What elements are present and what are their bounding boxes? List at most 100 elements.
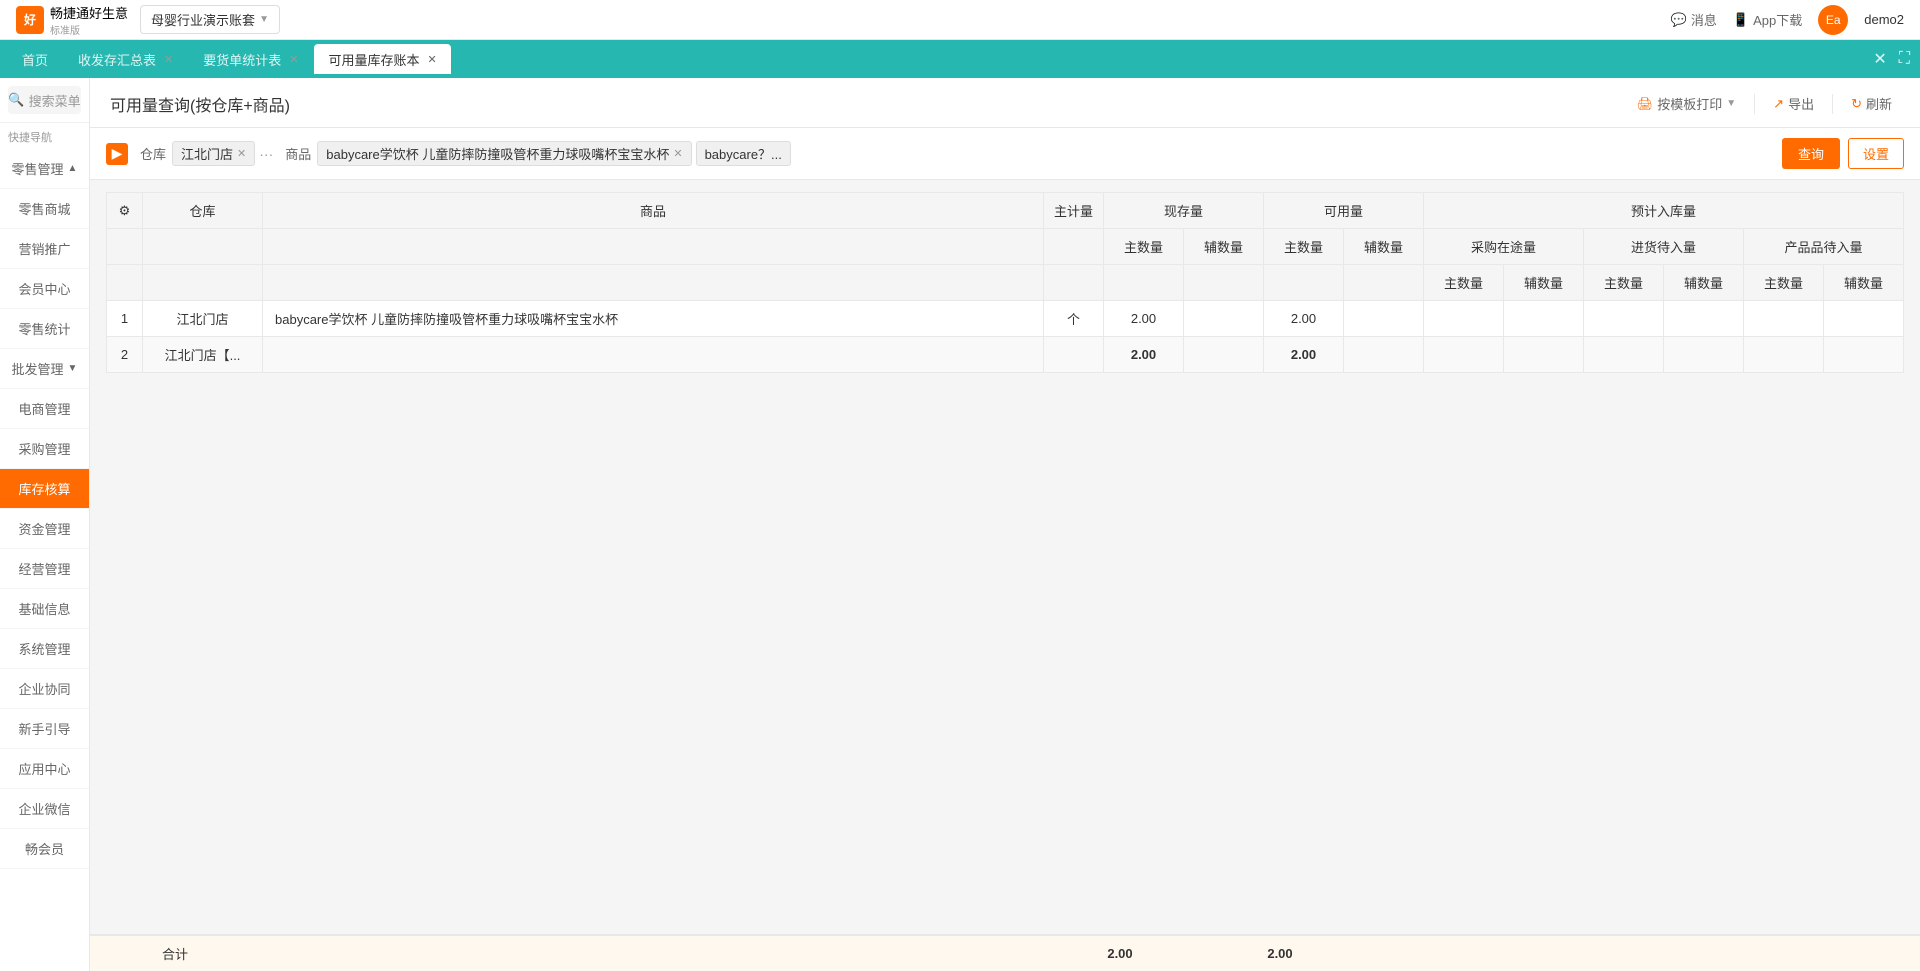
close-tab-inventory[interactable]: ✕ — [428, 53, 437, 66]
th-purchase-main: 主数量 — [1424, 265, 1504, 301]
sidebar-item-purchase-mgmt[interactable]: 采购管理 — [0, 429, 89, 469]
close-all-tabs-icon[interactable]: ✕ — [1871, 47, 1888, 71]
th-product-main: 主数量 — [1744, 265, 1824, 301]
tab-inventory[interactable]: 可用量库存账本 ✕ — [314, 44, 450, 74]
top-bar: 好 畅捷通好生意 标准版 母婴行业演示账套 ▼ 💬 消息 📱 App下载 Ea … — [0, 0, 1920, 40]
th-empty-r3-2 — [143, 265, 263, 301]
sidebar-item-new-guide[interactable]: 新手引导 — [0, 709, 89, 749]
sidebar-item-ops-mgmt[interactable]: 经营管理 — [0, 549, 89, 589]
sidebar-item-marketing[interactable]: 营销推广 — [0, 229, 89, 269]
page-header: 可用量查询(按仓库+商品) 🖨 按模板打印 ▼ ↗ 导出 ↻ 刷新 — [90, 78, 1920, 128]
cell-avail-main-1: 2.00 — [1264, 301, 1344, 337]
sidebar-item-member[interactable]: 畅会员 — [0, 829, 89, 869]
search-menu-button[interactable]: 🔍 搜索菜单 — [8, 86, 81, 114]
footer-label: 合计 — [100, 944, 250, 963]
sidebar-item-ecommerce-mgmt[interactable]: 电商管理 — [0, 389, 89, 429]
export-icon: ↗ — [1773, 96, 1784, 112]
remove-warehouse-tag-icon[interactable]: ✕ — [237, 147, 246, 160]
export-button[interactable]: ↗ 导出 — [1765, 90, 1822, 117]
sidebar: 🔍 搜索菜单 快捷导航 零售管理 ▲ 零售商城 营销推广 会员中心 零售统计 批… — [0, 78, 90, 971]
remove-product-tag-0-icon[interactable]: ✕ — [673, 147, 682, 160]
tab-home[interactable]: 首页 — [8, 44, 62, 74]
th-purchase-transit: 采购在途量 — [1424, 229, 1584, 265]
app-download-button[interactable]: 📱 App下载 — [1733, 10, 1802, 29]
sidebar-item-member-center[interactable]: 会员中心 — [0, 269, 89, 309]
sidebar-item-retail-stats[interactable]: 零售统计 — [0, 309, 89, 349]
footer-stock-main-total: 2.00 — [1080, 946, 1160, 961]
search-icon: 🔍 — [8, 92, 24, 108]
th-goods-aux: 辅数量 — [1664, 265, 1744, 301]
sidebar-item-basic-info[interactable]: 基础信息 — [0, 589, 89, 629]
filter-more-icon[interactable]: ··· — [259, 146, 273, 162]
data-table: ⚙ 仓库 商品 主计量 现存量 可用量 预计入库量 主数量 — [106, 192, 1904, 373]
message-icon: 💬 — [1671, 12, 1687, 28]
cell-avail-aux-1 — [1344, 301, 1424, 337]
sidebar-item-retail-mgmt[interactable]: 零售管理 ▲ — [0, 149, 89, 189]
filter-actions: 查询 设置 — [1782, 138, 1904, 169]
chevron-icon: ▲ — [68, 163, 78, 174]
th-empty-r3-5 — [1104, 265, 1184, 301]
table-row: 2 江北门店【... 2.00 2.00 — [107, 337, 1904, 373]
tab-order-stats[interactable]: 要货单统计表 ✕ — [189, 44, 312, 74]
th-empty-r3-1 — [107, 265, 143, 301]
sidebar-item-sys-mgmt[interactable]: 系统管理 — [0, 629, 89, 669]
cell-product-main-2 — [1744, 337, 1824, 373]
cell-goods-aux-2 — [1664, 337, 1744, 373]
fullscreen-icon[interactable]: ⛶ — [1897, 48, 1912, 70]
cell-stock-aux-2 — [1184, 337, 1264, 373]
sidebar-item-enterprise-collab[interactable]: 企业协同 — [0, 669, 89, 709]
content-area: 可用量查询(按仓库+商品) 🖨 按模板打印 ▼ ↗ 导出 ↻ 刷新 — [90, 78, 1920, 971]
th-empty-r3-4 — [1043, 265, 1103, 301]
cell-goods-main-1 — [1584, 301, 1664, 337]
logo: 好 畅捷通好生意 标准版 — [16, 3, 128, 37]
cell-product-aux-2 — [1824, 337, 1904, 373]
settings-button[interactable]: 设置 — [1848, 138, 1904, 169]
cell-avail-main-2: 2.00 — [1264, 337, 1344, 373]
th-stock-aux: 辅数量 — [1184, 229, 1264, 265]
cell-purchase-aux-1 — [1504, 301, 1584, 337]
cell-product-main-1 — [1744, 301, 1824, 337]
cell-product-2 — [263, 337, 1044, 373]
product-filter-label: 商品 — [285, 144, 311, 163]
refresh-icon: ↻ — [1851, 96, 1862, 112]
refresh-button[interactable]: ↻ 刷新 — [1843, 90, 1900, 117]
table-row: 1 江北门店 babycare学饮杯 儿童防摔防撞吸管杯重力球吸嘴杯宝宝水杯 个… — [107, 301, 1904, 337]
product-tag-1: babycare？... — [696, 141, 791, 166]
logo-icon: 好 — [16, 6, 44, 34]
print-button[interactable]: 🖨 按模板打印 ▼ — [1629, 90, 1744, 117]
message-button[interactable]: 💬 消息 — [1671, 10, 1717, 29]
th-empty-r3-8 — [1344, 265, 1424, 301]
main-layout: 🔍 搜索菜单 快捷导航 零售管理 ▲ 零售商城 营销推广 会员中心 零售统计 批… — [0, 78, 1920, 971]
sidebar-item-enterprise-wechat[interactable]: 企业微信 — [0, 789, 89, 829]
close-tab-order-stats[interactable]: ✕ — [289, 53, 298, 66]
chevron-icon: ▼ — [68, 363, 78, 374]
divider — [1832, 94, 1833, 114]
query-button[interactable]: 查询 — [1782, 138, 1840, 169]
warehouse-filter-label: 仓库 — [140, 144, 166, 163]
cell-purchase-main-2 — [1424, 337, 1504, 373]
cell-warehouse-2: 江北门店【... — [143, 337, 263, 373]
avatar: Ea — [1818, 5, 1848, 35]
filter-toggle-button[interactable]: ▶ — [106, 143, 128, 165]
tab-bar-right: ✕ ⛶ — [1871, 47, 1912, 71]
close-tab-receivable[interactable]: ✕ — [164, 53, 173, 66]
sidebar-item-wholesale-mgmt[interactable]: 批发管理 ▼ — [0, 349, 89, 389]
nav-label: 快捷导航 — [0, 123, 89, 149]
sidebar-search-area: 🔍 搜索菜单 — [0, 78, 89, 123]
th-planned-group: 预计入库量 — [1424, 193, 1904, 229]
cell-stock-main-1: 2.00 — [1104, 301, 1184, 337]
filter-bar: ▶ 仓库 江北门店 ✕ ··· 商品 babycare学饮杯 儿童防摔防撞吸管杯… — [90, 128, 1920, 180]
th-product: 商品 — [263, 193, 1044, 229]
sidebar-item-app-center[interactable]: 应用中心 — [0, 749, 89, 789]
sidebar-item-inventory-check[interactable]: 库存核算 — [0, 469, 89, 509]
sidebar-item-retail-mall[interactable]: 零售商城 — [0, 189, 89, 229]
sidebar-item-finance-mgmt[interactable]: 资金管理 — [0, 509, 89, 549]
th-empty-r3-6 — [1184, 265, 1264, 301]
warehouse-filter-tags: 江北门店 ✕ ··· — [172, 141, 273, 166]
tab-receivable[interactable]: 收发存汇总表 ✕ — [64, 44, 187, 74]
product-tag-0: babycare学饮杯 儿童防摔防撞吸管杯重力球吸嘴杯宝宝水杯 ✕ — [317, 141, 691, 166]
account-selector[interactable]: 母婴行业演示账套 ▼ — [140, 5, 280, 34]
cell-index-2: 2 — [107, 337, 143, 373]
user-name: demo2 — [1864, 12, 1904, 27]
cell-warehouse-1: 江北门店 — [143, 301, 263, 337]
